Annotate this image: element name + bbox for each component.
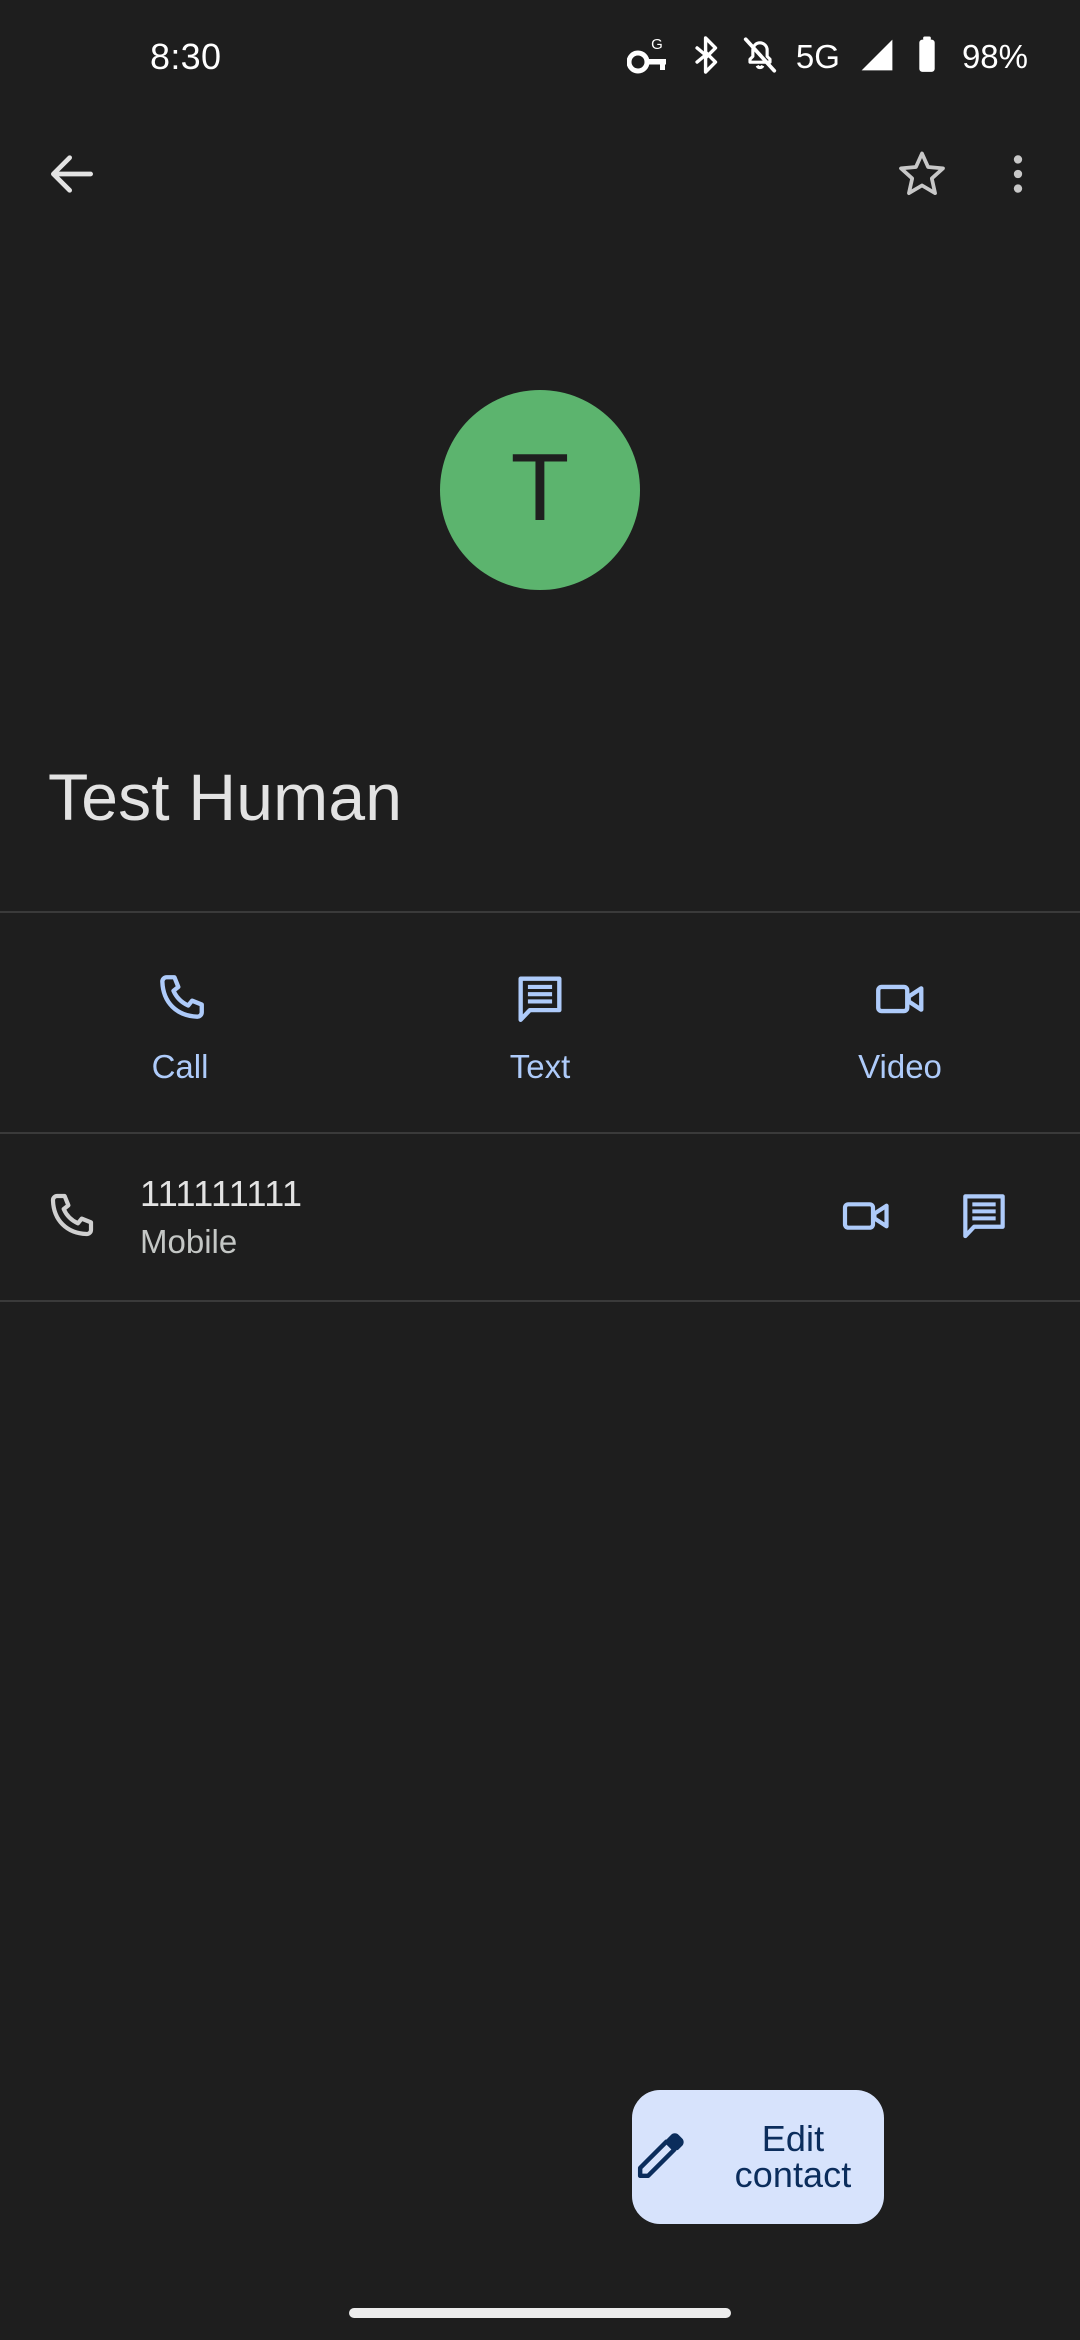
bluetooth-icon bbox=[690, 35, 724, 75]
signal-cellular-icon bbox=[857, 35, 897, 75]
more-vert-icon bbox=[993, 149, 1043, 202]
avatar-letter: T bbox=[510, 434, 570, 541]
vpn-key-google-icon: G bbox=[626, 35, 673, 75]
contact-name: Test Human bbox=[48, 760, 403, 834]
status-bar: 8:30 G 5G 98% bbox=[0, 0, 1080, 110]
phone-icon bbox=[0, 1189, 140, 1245]
quick-action-label: Text bbox=[509, 1048, 571, 1085]
message-icon bbox=[511, 970, 569, 1028]
message-icon bbox=[956, 1188, 1012, 1247]
svg-text:G: G bbox=[651, 36, 663, 53]
videocam-icon bbox=[838, 1188, 894, 1247]
quick-action-label: Call bbox=[151, 1048, 209, 1085]
videocam-icon bbox=[871, 970, 929, 1028]
battery-percent-label: 98% bbox=[961, 38, 1028, 75]
status-clock: 8:30 bbox=[150, 36, 222, 77]
overflow-menu-button[interactable] bbox=[978, 125, 1058, 225]
star-outline-icon bbox=[894, 146, 950, 205]
notifications-off-icon bbox=[741, 35, 779, 75]
gesture-nav-pill[interactable] bbox=[349, 2308, 731, 2318]
favorite-button[interactable] bbox=[872, 125, 972, 225]
network-type-label: 5G bbox=[795, 38, 840, 75]
contact-avatar[interactable]: T bbox=[440, 390, 640, 590]
battery-full-icon bbox=[914, 35, 940, 75]
phone-type-label: Mobile bbox=[140, 1222, 238, 1260]
phone-row-message-button[interactable] bbox=[950, 1183, 1018, 1251]
app-bar bbox=[0, 110, 1080, 240]
pencil-edit-icon bbox=[632, 2128, 688, 2187]
contact-details-screen: 8:30 G 5G 98% T Test Human Call Text Vid… bbox=[0, 0, 1080, 2340]
phone-row-actions bbox=[832, 1183, 1036, 1251]
quick-action-video[interactable]: Video bbox=[720, 962, 1080, 1083]
phone-row-video-button[interactable] bbox=[832, 1183, 900, 1251]
edit-contact-button[interactable]: Edit contact bbox=[632, 2090, 884, 2224]
phone-number: 111111111 bbox=[140, 1173, 303, 1215]
phone-number-row[interactable]: 111111111 Mobile bbox=[0, 1134, 1080, 1300]
back-button[interactable] bbox=[22, 125, 122, 225]
divider-below-phone-row bbox=[0, 1300, 1080, 1302]
quick-action-call[interactable]: Call bbox=[0, 962, 360, 1083]
quick-actions-row: Call Text Video bbox=[0, 913, 1080, 1132]
quick-action-text[interactable]: Text bbox=[360, 962, 720, 1083]
arrow-back-icon bbox=[44, 146, 100, 205]
phone-row-text: 111111111 Mobile bbox=[140, 1174, 832, 1260]
quick-action-label: Video bbox=[858, 1048, 942, 1085]
status-icon-group: G 5G 98% bbox=[626, 35, 1028, 75]
phone-icon bbox=[151, 970, 209, 1028]
edit-contact-label: Edit contact bbox=[734, 2118, 852, 2195]
